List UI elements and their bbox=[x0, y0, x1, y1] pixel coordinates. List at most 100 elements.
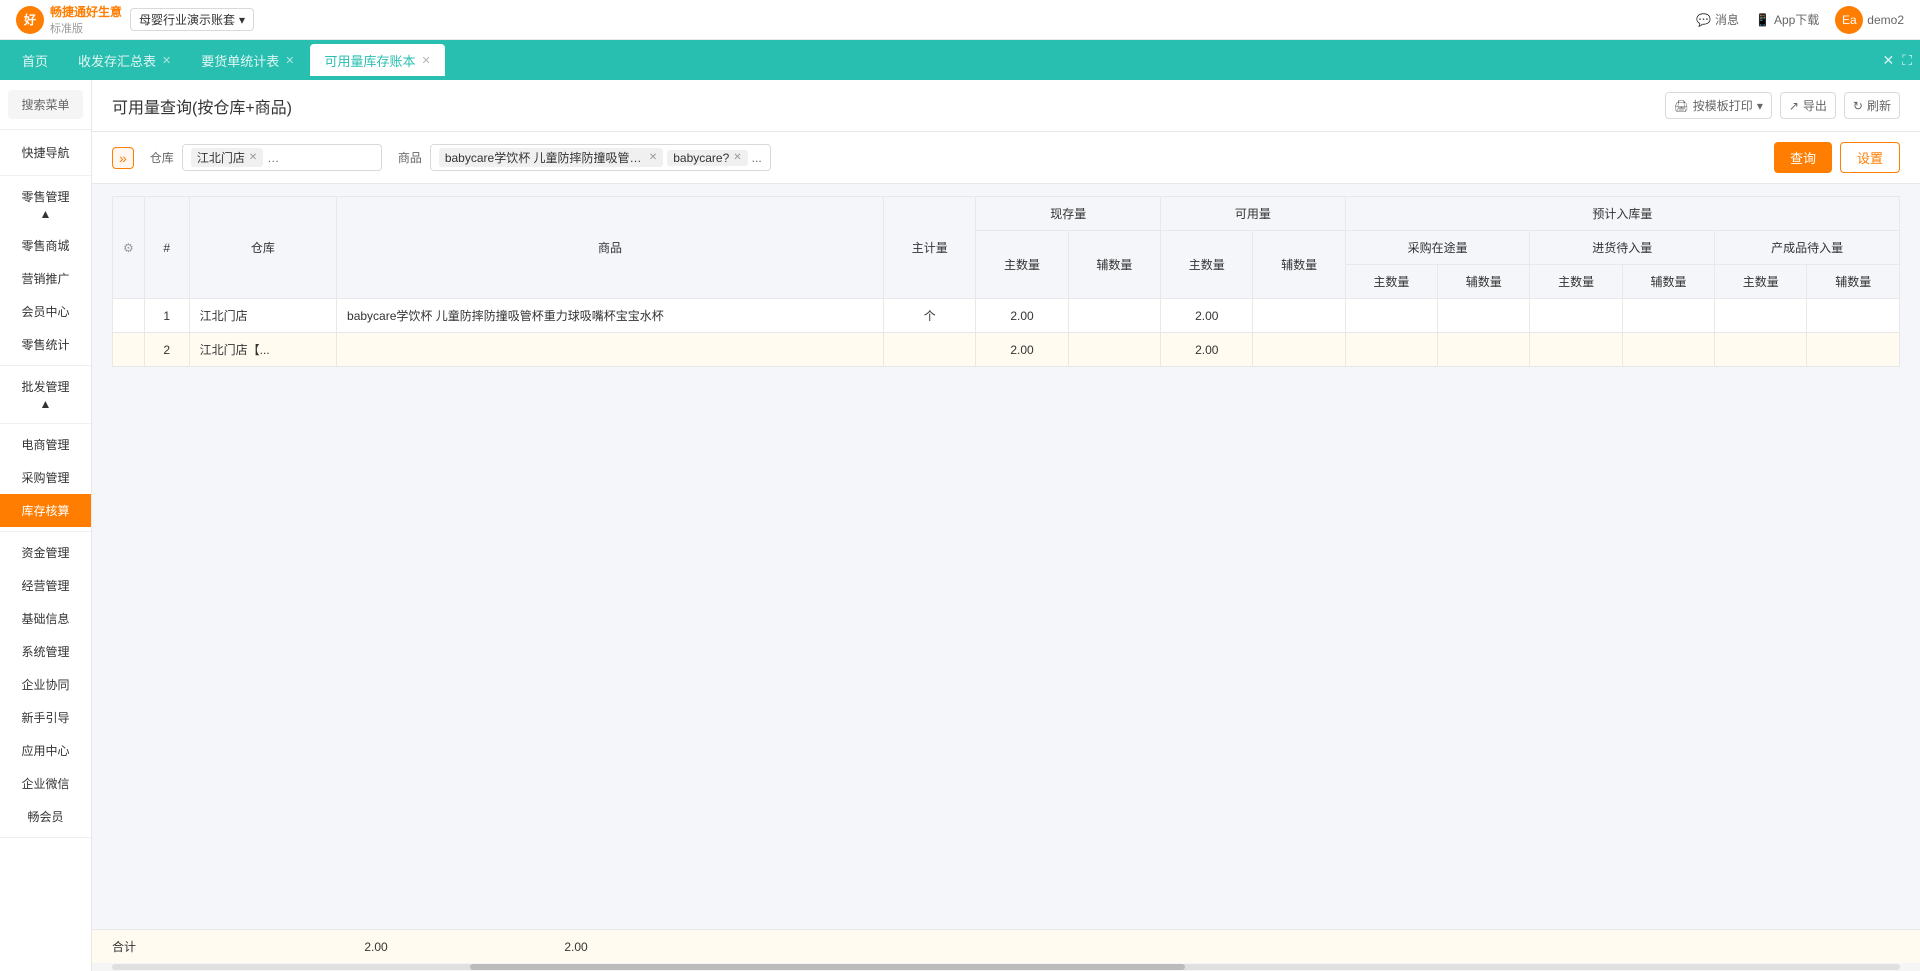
sidebar-item-kuaijie[interactable]: 快捷导航 bbox=[0, 136, 91, 169]
filter-expand-button[interactable]: » bbox=[112, 147, 134, 169]
cell-avail-aux-subtotal bbox=[1253, 333, 1345, 367]
sidebar-item-jingying[interactable]: 经营管理 bbox=[0, 569, 91, 602]
sidebar-item-jichu[interactable]: 基础信息 bbox=[0, 602, 91, 635]
total-stock-main: 2.00 bbox=[316, 940, 436, 954]
cell-stock-main: 2.00 bbox=[976, 299, 1068, 333]
product-tag-babycare2[interactable]: babycare? ✕ bbox=[667, 150, 747, 166]
tag-close-icon[interactable]: ✕ bbox=[733, 152, 741, 163]
col-pur-pending-main-header: 主数量 bbox=[1530, 265, 1622, 299]
sidebar-item-lingshouzuanli[interactable]: 零售管理 ▲ bbox=[0, 180, 91, 229]
sidebar-item-huiyuan[interactable]: 会员中心 bbox=[0, 295, 91, 328]
sidebar-item-zijin[interactable]: 资金管理 bbox=[0, 536, 91, 569]
col-pur-pending-aux-header: 辅数量 bbox=[1622, 265, 1714, 299]
col-prod-pending-header: 产成品待入量 bbox=[1715, 231, 1900, 265]
tab-home[interactable]: 首页 bbox=[8, 44, 62, 76]
col-settings-header[interactable]: ⚙ bbox=[113, 197, 145, 299]
close-icon[interactable]: ✕ bbox=[422, 54, 431, 67]
warehouse-more[interactable]: … bbox=[267, 151, 279, 165]
warehouse-tag-jiangbei[interactable]: 江北门店 ✕ bbox=[191, 148, 263, 167]
col-mainunit-header: 主计量 bbox=[884, 197, 976, 299]
col-prod-pending-aux-header: 辅数量 bbox=[1807, 265, 1900, 299]
scrollbar-thumb[interactable] bbox=[470, 964, 1185, 970]
export-button[interactable]: ↗ 导出 bbox=[1780, 92, 1836, 119]
cell-prod-pending-aux-subtotal bbox=[1807, 333, 1900, 367]
user-menu[interactable]: Ea demo2 bbox=[1835, 6, 1904, 34]
sidebar-item-lingshouchengxi[interactable]: 零售商城 bbox=[0, 229, 91, 262]
search-menu-button[interactable]: 搜索菜单 bbox=[8, 90, 83, 119]
sidebar-item-xinshouyindao[interactable]: 新手引导 bbox=[0, 701, 91, 734]
cell-pur-transit-aux-subtotal bbox=[1438, 333, 1530, 367]
table-container[interactable]: ⚙ # 仓库 商品 主计量 现存量 可用量 预计入库量 主数量 辅数量 主数量 bbox=[92, 184, 1920, 929]
settings-button[interactable]: 设置 bbox=[1840, 142, 1900, 173]
tab-shoufa[interactable]: 收发存汇总表 ✕ bbox=[64, 44, 185, 76]
cell-warehouse-subtotal: 江北门店【... bbox=[189, 333, 336, 367]
close-icon[interactable]: ✕ bbox=[162, 54, 171, 67]
sidebar-item-yingyongzhongxin[interactable]: 应用中心 bbox=[0, 734, 91, 767]
sidebar-item-changyuanv[interactable]: 畅会员 bbox=[0, 800, 91, 833]
window-close-button[interactable]: ✕ bbox=[1882, 52, 1894, 69]
horizontal-scrollbar[interactable] bbox=[92, 963, 1920, 971]
main-layout: 搜索菜单 快捷导航 零售管理 ▲ 零售商城 营销推广 会员中心 零售统计 bbox=[0, 80, 1920, 971]
col-pur-transit-main-header: 主数量 bbox=[1345, 265, 1437, 299]
col-planned-header: 预计入库量 bbox=[1345, 197, 1899, 231]
col-available-header: 可用量 bbox=[1161, 197, 1346, 231]
product-tag-babycare[interactable]: babycare学饮杯 儿童防摔防撞吸管杯重力球吸嘴杯宝宝水杯 ✕ bbox=[439, 148, 663, 167]
cell-no: 2 bbox=[144, 333, 189, 367]
col-stock-aux-header: 辅数量 bbox=[1068, 231, 1160, 299]
product-filter-group: 商品 babycare学饮杯 儿童防摔防撞吸管杯重力球吸嘴杯宝宝水杯 ✕ bab… bbox=[398, 144, 771, 171]
close-icon[interactable]: ✕ bbox=[285, 54, 294, 67]
scrollbar-track[interactable] bbox=[112, 964, 1900, 970]
logo-area: 好 畅捷通好生意 标准版 bbox=[16, 3, 122, 36]
col-pur-pending-header: 进货待入量 bbox=[1530, 231, 1715, 265]
refresh-button[interactable]: ↻ 刷新 bbox=[1844, 92, 1900, 119]
top-bar-right: 💬 消息 📱 App下载 Ea demo2 bbox=[1696, 6, 1904, 34]
warehouse-input[interactable]: 江北门店 ✕ … bbox=[182, 144, 382, 171]
tag-close-icon[interactable]: ✕ bbox=[649, 152, 657, 163]
product-more[interactable]: ... bbox=[752, 151, 762, 165]
message-button[interactable]: 💬 消息 bbox=[1696, 11, 1739, 28]
tab-yaohuo[interactable]: 要货单统计表 ✕ bbox=[187, 44, 308, 76]
sidebar-item-lingshoutongji[interactable]: 零售统计 bbox=[0, 328, 91, 361]
app-download-button[interactable]: 📱 App下载 bbox=[1755, 11, 1819, 28]
message-icon: 💬 bbox=[1696, 13, 1711, 27]
tab-keyongliang[interactable]: 可用量库存账本 ✕ bbox=[310, 44, 444, 76]
product-input[interactable]: babycare学饮杯 儿童防摔防撞吸管杯重力球吸嘴杯宝宝水杯 ✕ babyca… bbox=[430, 144, 771, 171]
window-expand-button[interactable]: ⛶ bbox=[1902, 52, 1912, 69]
page-actions: 🖨 按模板打印 ▾ ↗ 导出 ↻ 刷新 bbox=[1665, 92, 1900, 119]
sidebar-item-caigou[interactable]: 采购管理 bbox=[0, 461, 91, 494]
tenant-selector[interactable]: 母婴行业演示账套 ▾ bbox=[130, 8, 254, 31]
total-avail-main: 2.00 bbox=[516, 940, 636, 954]
cell-prod-pending-aux bbox=[1807, 299, 1900, 333]
cell-no: 1 bbox=[144, 299, 189, 333]
print-button[interactable]: 🖨 按模板打印 ▾ bbox=[1665, 92, 1772, 119]
filter-bar: » 仓库 江北门店 ✕ … 商品 babycare学饮杯 儿童防摔防撞吸管杯重力… bbox=[92, 132, 1920, 184]
settings-icon[interactable]: ⚙ bbox=[123, 241, 134, 255]
cell-pur-transit-main bbox=[1345, 299, 1437, 333]
download-icon: 📱 bbox=[1755, 13, 1770, 27]
sidebar-item-pifa[interactable]: 批发管理 ▲ bbox=[0, 370, 91, 419]
cell-stock-main-subtotal: 2.00 bbox=[976, 333, 1068, 367]
sidebar-item-qiyexietong[interactable]: 企业协同 bbox=[0, 668, 91, 701]
sidebar-item-kucun[interactable]: 库存核算 bbox=[0, 494, 91, 527]
cell-mainunit: 个 bbox=[884, 299, 976, 333]
sidebar-item-dianshang[interactable]: 电商管理 bbox=[0, 428, 91, 461]
sidebar-item-qiyeweixin[interactable]: 企业微信 bbox=[0, 767, 91, 800]
refresh-icon: ↻ bbox=[1853, 99, 1863, 113]
cell-settings bbox=[113, 299, 145, 333]
printer-icon: 🖨 bbox=[1674, 99, 1689, 113]
query-button[interactable]: 查询 bbox=[1774, 142, 1832, 173]
top-bar: 好 畅捷通好生意 标准版 母婴行业演示账套 ▾ 💬 消息 📱 App下载 Ea … bbox=[0, 0, 1920, 40]
content-area: 可用量查询(按仓库+商品) 🖨 按模板打印 ▾ ↗ 导出 ↻ 刷新 » bbox=[92, 80, 1920, 971]
col-avail-aux-header: 辅数量 bbox=[1253, 231, 1345, 299]
sidebar-item-yingxiao[interactable]: 营销推广 bbox=[0, 262, 91, 295]
warehouse-filter-group: 仓库 江北门店 ✕ … bbox=[150, 144, 382, 171]
warehouse-label: 仓库 bbox=[150, 149, 174, 166]
export-icon: ↗ bbox=[1789, 99, 1799, 113]
top-bar-left: 好 畅捷通好生意 标准版 母婴行业演示账套 ▾ bbox=[16, 3, 254, 36]
sidebar-item-xitong[interactable]: 系统管理 bbox=[0, 635, 91, 668]
chevron-down-icon: ▾ bbox=[1757, 99, 1763, 113]
cell-avail-main: 2.00 bbox=[1161, 299, 1253, 333]
tag-close-icon[interactable]: ✕ bbox=[249, 152, 257, 163]
sidebar: 搜索菜单 快捷导航 零售管理 ▲ 零售商城 营销推广 会员中心 零售统计 bbox=[0, 80, 92, 971]
cell-product-subtotal bbox=[337, 333, 884, 367]
